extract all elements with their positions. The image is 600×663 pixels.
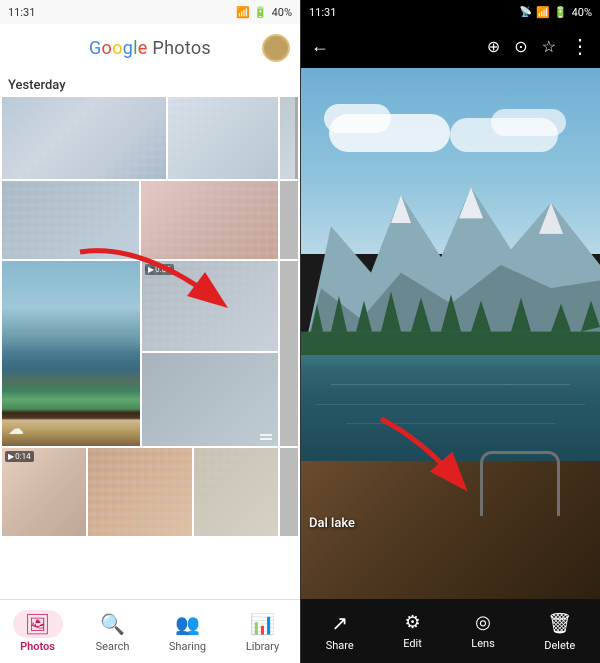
grid-row-3: ▶ 0:14	[2, 448, 298, 536]
search-icon: 🔍	[100, 612, 125, 636]
library-icon: 📊	[250, 612, 275, 636]
cloud-4	[491, 109, 566, 136]
photo-thumb[interactable]: ▶ 0:06	[142, 261, 278, 351]
date-label: Yesterday	[0, 72, 300, 97]
video-play-icon: ▶	[148, 265, 154, 274]
action-edit[interactable]: ⚙ Edit	[403, 612, 422, 650]
left-battery-pct: 40%	[272, 6, 292, 19]
photos-icon: 🖼	[25, 612, 50, 636]
bottom-nav: 🖼 Photos 🔍 Search 👥 Sharing 📊 Library	[0, 599, 300, 663]
grid-section-2: ☁ ▶ 0:06	[2, 261, 298, 446]
photo-thumb[interactable]	[168, 97, 278, 179]
grid-row-right-bottom	[142, 353, 278, 446]
photo-thumb[interactable]	[142, 353, 278, 446]
nav-item-photos[interactable]: 🖼 Photos	[0, 610, 75, 653]
mountain-svg	[301, 164, 600, 366]
back-icon[interactable]: ←	[311, 36, 329, 57]
left-time: 11:31	[8, 6, 35, 19]
lens-label: Lens	[471, 637, 495, 650]
left-status-bar: 11:31 📶 🔋 40%	[0, 0, 300, 24]
right-status-bar: 11:31 📡 📶 🔋 40%	[301, 0, 600, 24]
left-battery-icon: 🔋	[254, 6, 268, 19]
right-top-left: ←	[311, 36, 329, 57]
photos-icon-wrap: 🖼	[13, 610, 63, 638]
photo-thumb[interactable]	[2, 181, 139, 259]
edit-icon: ⚙	[404, 612, 420, 633]
right-time: 11:31	[309, 6, 336, 19]
photos-nav-label: Photos	[20, 640, 55, 653]
right-battery-icon: 🔋	[554, 6, 568, 19]
sharing-icon: 👥	[175, 612, 200, 636]
photo-thumb[interactable]: ▶ 0:14	[2, 448, 86, 536]
app-title: Google Photos	[89, 38, 211, 59]
search-icon-wrap: 🔍	[88, 610, 138, 638]
photo-thumb[interactable]: ☁	[2, 261, 140, 446]
scrollbar[interactable]	[280, 261, 298, 446]
grid-row-right-top: ▶ 0:06	[142, 261, 278, 351]
nav-item-search[interactable]: 🔍 Search	[75, 610, 150, 653]
lens-icon: ◎	[475, 612, 491, 633]
cast-icon[interactable]: ⊕	[487, 37, 500, 56]
photo-thumb[interactable]	[88, 448, 193, 536]
photo-thumb[interactable]	[280, 97, 298, 179]
right-battery-pct: 40%	[572, 6, 592, 19]
library-nav-label: Library	[246, 640, 279, 653]
video-duration2: 0:14	[15, 452, 30, 461]
left-panel: 11:31 📶 🔋 40% Google Photos Yesterday	[0, 0, 300, 663]
action-delete[interactable]: 🗑 Delete	[544, 611, 575, 652]
right-status-left: 11:31	[309, 6, 336, 19]
photo-thumb[interactable]	[194, 448, 278, 536]
video-duration: 0:06	[155, 265, 170, 274]
edit-label: Edit	[403, 637, 422, 650]
more-icon[interactable]: ⋮	[570, 34, 590, 58]
photo-thumb[interactable]	[141, 181, 278, 259]
sharing-icon-wrap: 👥	[163, 610, 213, 638]
right-top-bar: ← ⊕ ⊙ ☆ ⋮	[301, 24, 600, 68]
photo-thumb[interactable]	[2, 97, 166, 179]
nav-item-library[interactable]: 📊 Library	[225, 610, 300, 653]
share-label: Share	[326, 639, 354, 652]
avatar[interactable]	[262, 34, 290, 62]
right-status-right: 📡 📶 🔋 40%	[520, 6, 592, 19]
dal-lake-label: Dal lake	[309, 516, 355, 531]
left-status-right: 📶 🔋 40%	[236, 6, 292, 19]
nav-item-sharing[interactable]: 👥 Sharing	[150, 610, 225, 653]
upload-icon[interactable]: ⊙	[514, 37, 527, 56]
boat-railing	[480, 451, 560, 516]
library-icon-wrap: 📊	[238, 610, 288, 638]
right-bottom-bar: ↗ Share ⚙ Edit ◎ Lens 🗑 Delete	[301, 599, 600, 663]
left-wifi-icon: 📶	[236, 6, 250, 19]
delete-icon: 🗑	[547, 611, 572, 635]
star-icon[interactable]: ☆	[542, 37, 556, 56]
photos-grid-area: Yesterday	[0, 72, 300, 599]
action-share[interactable]: ↗ Share	[326, 611, 354, 652]
grid-row-1	[2, 97, 298, 179]
share-icon: ↗	[331, 611, 348, 635]
photo-thumb[interactable]	[280, 181, 298, 259]
right-wifi-icon: 📶	[536, 6, 550, 19]
right-top-right: ⊕ ⊙ ☆ ⋮	[487, 34, 590, 58]
left-status-left: 11:31	[8, 6, 35, 19]
action-lens[interactable]: ◎ Lens	[471, 612, 495, 650]
right-signal-icon: 📡	[520, 7, 532, 18]
grid-section-2-right: ▶ 0:06	[142, 261, 278, 446]
photo-viewer[interactable]: Dal lake	[301, 68, 600, 599]
mountain-area	[301, 164, 600, 366]
sharing-nav-label: Sharing	[169, 640, 206, 653]
right-panel: 11:31 📡 📶 🔋 40% ← ⊕ ⊙ ☆ ⋮	[301, 0, 600, 663]
scrollbar-bottom[interactable]	[280, 448, 298, 536]
delete-label: Delete	[544, 639, 575, 652]
water-reflections	[301, 365, 600, 461]
search-nav-label: Search	[96, 640, 130, 653]
cloud-2	[324, 104, 391, 133]
google-photos-header: Google Photos	[0, 24, 300, 72]
video-play-icon2: ▶	[8, 452, 14, 461]
photo-grid: ☁ ▶ 0:06	[0, 97, 300, 536]
grid-row-2	[2, 181, 298, 259]
